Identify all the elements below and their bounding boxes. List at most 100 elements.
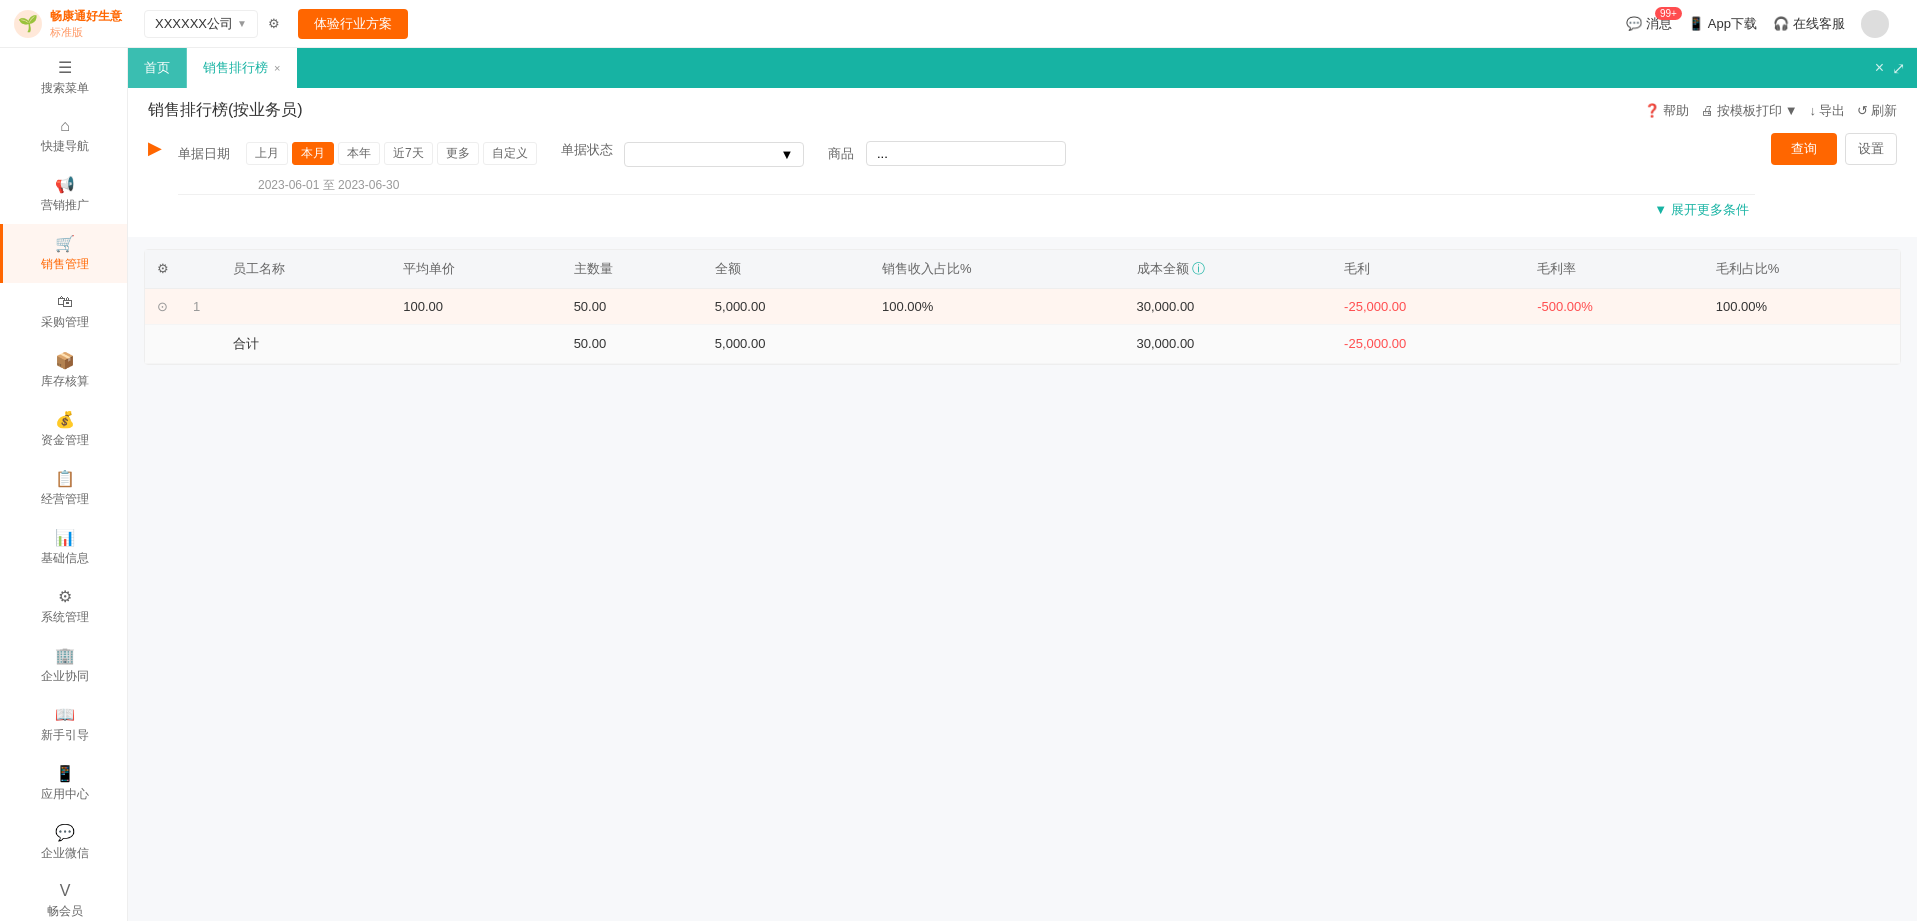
- sidebar-item-7[interactable]: 📋经营管理: [0, 459, 127, 518]
- col-avg-price: 平均单价: [391, 250, 561, 289]
- col-name: 员工名称: [221, 250, 391, 289]
- sidebar-item-12[interactable]: 📱应用中心: [0, 754, 127, 813]
- app-wrapper: 🌱 畅康通好生意 标准版 XXXXXX公司 ▼ ⚙ 体验行业方案 💬 消息 99…: [0, 0, 1917, 921]
- dropdown-arrow-icon: ▼: [237, 18, 247, 29]
- sidebar-item-10[interactable]: 🏢企业协同: [0, 636, 127, 695]
- sidebar-item-3[interactable]: 🛒 销售管理: [0, 224, 127, 283]
- export-icon: ↓: [1810, 103, 1817, 118]
- row-rank: 1: [181, 288, 221, 324]
- export-button[interactable]: ↓ 导出: [1810, 102, 1846, 120]
- col-qty: 主数量: [562, 250, 703, 289]
- help-button[interactable]: ❓ 帮助: [1644, 102, 1689, 120]
- col-cost-amount: 成本全额 ⓘ: [1125, 250, 1333, 289]
- online-service-button[interactable]: 🎧 在线客服: [1773, 15, 1845, 33]
- col-gross-margin: 毛利率: [1525, 250, 1704, 289]
- col-settings[interactable]: ⚙: [145, 250, 181, 289]
- cur-year-btn[interactable]: 本年: [338, 142, 380, 165]
- table-footer-row: 合计 50.00 5,000.00 30,000.00 -25,000.00: [145, 324, 1900, 363]
- print-dropdown-icon: ▼: [1785, 103, 1798, 118]
- status-select[interactable]: ▼: [624, 142, 804, 167]
- footer-avg-price: [391, 324, 561, 363]
- refresh-icon: ↺: [1857, 103, 1868, 118]
- table-body: ⊙ 1 100.00 50.00 5,000.00 100.00% 30,000…: [145, 288, 1900, 324]
- tab-home-label: 首页: [144, 59, 170, 77]
- close-window-icon[interactable]: ×: [1875, 59, 1884, 77]
- sidebar-item-11[interactable]: 📖 新手引导: [0, 695, 127, 754]
- row-amount: 5,000.00: [703, 288, 870, 324]
- sidebar-label-3: 销售管理: [41, 256, 89, 273]
- company-selector[interactable]: XXXXXX公司 ▼: [144, 10, 258, 38]
- prev-month-btn[interactable]: 上月: [246, 142, 288, 165]
- sidebar-label-11: 新手引导: [41, 727, 89, 744]
- last7-btn[interactable]: 近7天: [384, 142, 433, 165]
- date-label: 单据日期: [178, 145, 230, 163]
- refresh-button[interactable]: ↺ 刷新: [1857, 102, 1897, 120]
- user-avatar[interactable]: [1861, 10, 1889, 38]
- filter-row-1: 单据日期 上月 本月 本年 近7天 更多 自定义: [178, 133, 1755, 175]
- print-icon: 🖨: [1701, 103, 1714, 118]
- tab-sales-rank-label: 销售排行榜: [203, 59, 268, 77]
- tab-close-icon[interactable]: ×: [274, 62, 280, 74]
- sidebar-item-1[interactable]: ⌂ 快捷导航: [0, 107, 127, 165]
- settings-icon[interactable]: ⚙: [258, 8, 290, 40]
- sidebar-icon-1: ⌂: [60, 117, 70, 135]
- sidebar-icon-0: ☰: [58, 58, 72, 77]
- sidebar-item-6[interactable]: 💰资金管理: [0, 400, 127, 459]
- custom-date-btn[interactable]: 自定义: [483, 142, 537, 165]
- sidebar-label-9: 系统管理: [41, 609, 89, 626]
- logo-icon: 🌱: [12, 8, 44, 40]
- sidebar-label-0: 搜索菜单: [41, 80, 89, 97]
- row-settings[interactable]: ⊙: [145, 288, 181, 324]
- sidebar-label-1: 快捷导航: [41, 138, 89, 155]
- expand-more-btn[interactable]: ▼ 展开更多条件: [1654, 201, 1749, 219]
- sidebar-item-9[interactable]: ⚙系统管理: [0, 577, 127, 636]
- footer-cost-amount: 30,000.00: [1125, 324, 1333, 363]
- status-filter: 单据状态 ▼: [561, 141, 805, 167]
- sidebar-icon-3: 🛒: [55, 234, 75, 253]
- sidebar-item-5[interactable]: 📦库存核算: [0, 341, 127, 400]
- logo-area: 🌱 畅康通好生意 标准版: [12, 8, 140, 40]
- top-right: 💬 消息 99+ 📱 App下载 🎧 在线客服: [1626, 10, 1905, 38]
- sidebar-label-4: 采购管理: [41, 314, 89, 331]
- content-area: 首页 销售排行榜 × × ⤢ 销售排行榜(按业务员): [128, 48, 1917, 921]
- filter-collapse-icon[interactable]: ▶: [148, 133, 162, 159]
- message-button[interactable]: 💬 消息 99+: [1626, 15, 1672, 33]
- cur-month-btn[interactable]: 本月: [292, 142, 334, 165]
- sidebar-icon-4: 🛍: [57, 293, 73, 311]
- footer-sales-pct: [870, 324, 1125, 363]
- col-amount: 全额: [703, 250, 870, 289]
- sidebar-item-0[interactable]: ☰ 搜索菜单: [0, 48, 127, 107]
- query-button[interactable]: 查询: [1771, 133, 1837, 165]
- sidebar-items: ☰ 搜索菜单 ⌂ 快捷导航 📢营销推广 🛒 销售管理 🛍 采购管理 📦库存核算💰资金管理📋经营管理…: [0, 48, 127, 921]
- page-title-actions: ❓ 帮助 🖨 按模板打印 ▼ ↓ 导出: [1644, 102, 1897, 120]
- maximize-window-icon[interactable]: ⤢: [1892, 59, 1905, 78]
- goods-value: ...: [877, 146, 888, 161]
- data-table: ⚙ 员工名称 平均单价 主数量 全额 销售收入占比% 成本全额 ⓘ 毛利 毛利率: [145, 250, 1900, 364]
- app-download-label: App下载: [1708, 15, 1757, 33]
- sidebar-item-13[interactable]: 💬企业微信: [0, 813, 127, 872]
- filter-section: 销售排行榜(按业务员) ❓ 帮助 🖨 按模板打印 ▼: [128, 88, 1917, 237]
- sidebar-icon-11: 📖: [55, 705, 75, 724]
- svg-text:🌱: 🌱: [18, 14, 38, 33]
- app-download-button[interactable]: 📱 App下载: [1688, 15, 1757, 33]
- tab-home[interactable]: 首页: [128, 48, 187, 88]
- sidebar-item-2[interactable]: 📢营销推广: [0, 165, 127, 224]
- expand-more-row: ▼ 展开更多条件: [178, 194, 1755, 225]
- sidebar-icon-8: 📊: [55, 528, 75, 547]
- message-badge: 99+: [1655, 7, 1682, 20]
- sidebar-icon-14: V: [60, 882, 71, 900]
- settings-button[interactable]: 设置: [1845, 133, 1897, 165]
- print-button[interactable]: 🖨 按模板打印 ▼: [1701, 102, 1798, 120]
- goods-input[interactable]: ...: [866, 141, 1066, 166]
- trial-button[interactable]: 体验行业方案: [298, 9, 408, 39]
- row-sales-pct: 100.00%: [870, 288, 1125, 324]
- online-service-label: 在线客服: [1793, 15, 1845, 33]
- sidebar-label-5: 库存核算: [41, 373, 89, 390]
- page-title-row: 销售排行榜(按业务员) ❓ 帮助 🖨 按模板打印 ▼: [148, 100, 1897, 121]
- footer-qty: 50.00: [562, 324, 703, 363]
- sidebar-item-14[interactable]: V畅会员: [0, 872, 127, 921]
- more-date-btn[interactable]: 更多: [437, 142, 479, 165]
- sidebar-item-4[interactable]: 🛍 采购管理: [0, 283, 127, 341]
- sidebar-item-8[interactable]: 📊基础信息: [0, 518, 127, 577]
- tab-sales-rank[interactable]: 销售排行榜 ×: [187, 48, 297, 88]
